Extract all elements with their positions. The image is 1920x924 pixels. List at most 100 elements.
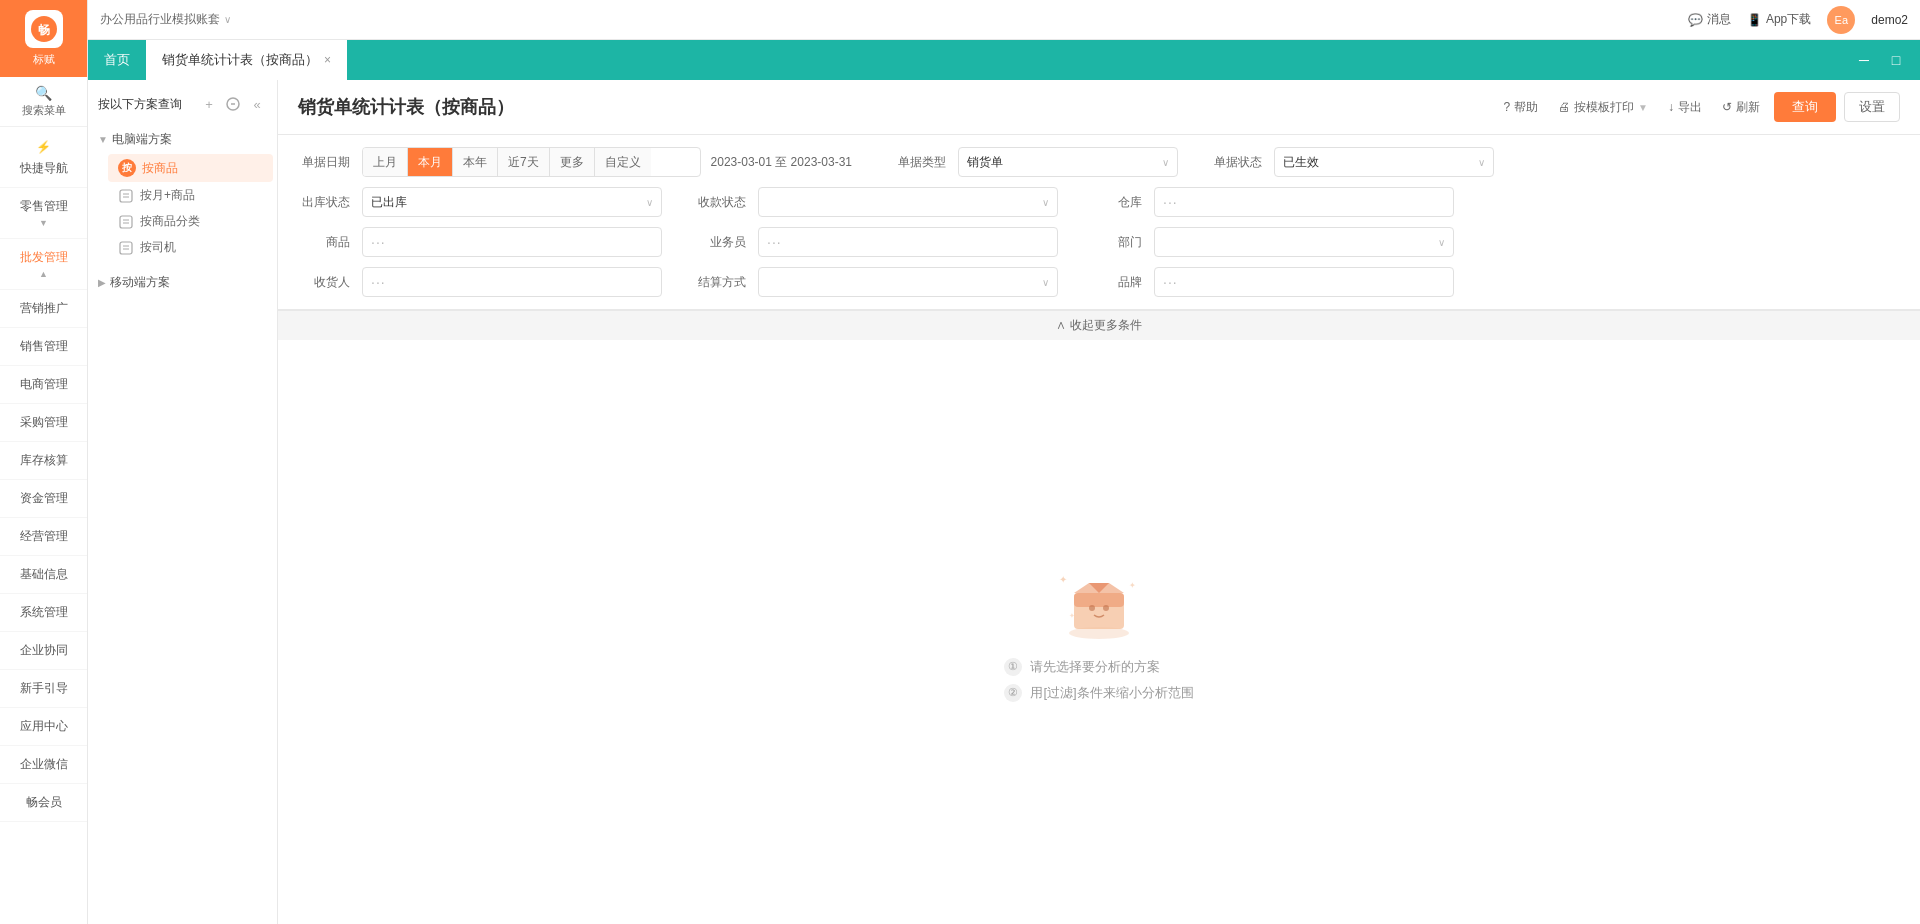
salesperson-label: 业务员 [694, 234, 746, 251]
current-year-button[interactable]: 本年 [453, 148, 498, 176]
prev-month-button[interactable]: 上月 [363, 148, 408, 176]
tab-close-icon[interactable]: × [324, 53, 331, 67]
scheme-by-category[interactable]: 按商品分类 [108, 209, 273, 234]
app-logo[interactable]: 畅 标赋 [0, 0, 87, 77]
collapse-panel-button[interactable]: « [247, 94, 267, 114]
department-control[interactable]: ∨ [1154, 227, 1454, 257]
topbar: 办公用品行业模拟账套 ∨ 💬 消息 📱 App下载 Ea demo2 [88, 0, 1920, 40]
salesperson-control[interactable]: ··· [758, 227, 1058, 257]
enterprise-label: 企业协同 [20, 642, 68, 659]
custom-date-button[interactable]: 自定义 [595, 148, 651, 176]
content-area: 按以下方案查询 + « ▼ 电脑端方案 [88, 80, 1920, 924]
avatar[interactable]: Ea [1827, 6, 1855, 34]
collapse-filter-bar[interactable]: ∧ 收起更多条件 [278, 310, 1920, 340]
hint-2-text: 用[过滤]条件来缩小分析范围 [1030, 684, 1193, 702]
filter-row-2: 出库状态 已出库 ∨ 收款状态 ∨ 仓库 ··· [298, 187, 1900, 217]
stock-status-control[interactable]: 已出库 ∨ [362, 187, 662, 217]
recipient-control[interactable]: ··· [362, 267, 662, 297]
sidebar-item-operations[interactable]: 经营管理 [0, 518, 87, 556]
sidebar-item-marketing[interactable]: 营销推广 [0, 290, 87, 328]
sidebar-item-appcenter[interactable]: 应用中心 [0, 708, 87, 746]
desktop-arrow-icon: ▼ [98, 134, 108, 145]
empty-hint-1: ① 请先选择要分析的方案 [1004, 658, 1193, 676]
export-button[interactable]: ↓ 导出 [1662, 96, 1708, 119]
sidebar-item-weixin[interactable]: 企业微信 [0, 746, 87, 784]
refresh-button[interactable]: ↺ 刷新 [1716, 96, 1766, 119]
sidebar-item-member[interactable]: 畅会员 [0, 784, 87, 822]
payment-status-control[interactable]: ∨ [758, 187, 1058, 217]
product-dots: ··· [371, 234, 386, 250]
salesperson-dots: ··· [767, 234, 782, 250]
warehouse-dots: ··· [1163, 194, 1178, 210]
finance-label: 资金管理 [20, 490, 68, 507]
sidebar-item-inventory[interactable]: 库存核算 [0, 442, 87, 480]
date-range-display[interactable]: 2023-03-01 至 2023-03-31 [701, 154, 862, 171]
svg-point-17 [1103, 605, 1109, 611]
current-month-button[interactable]: 本月 [408, 148, 453, 176]
scheme-by-product[interactable]: 按 按商品 [108, 154, 273, 182]
desktop-section-header[interactable]: ▼ 电脑端方案 [88, 126, 277, 153]
search-menu-label: 搜索菜单 [0, 103, 87, 118]
messages-action[interactable]: 💬 消息 [1688, 11, 1731, 28]
sidebar-item-wholesale[interactable]: 批发管理 ▲ [0, 239, 87, 290]
svg-text:畅: 畅 [38, 23, 50, 37]
search-menu-item[interactable]: 🔍 搜索菜单 [0, 77, 87, 127]
filter-row-4: 收货人 ··· 结算方式 ∨ 品牌 ··· [298, 267, 1900, 297]
tab-home[interactable]: 首页 [88, 40, 146, 80]
recent7-button[interactable]: 近7天 [498, 148, 550, 176]
mobile-section-header[interactable]: ▶ 移动端方案 [88, 269, 277, 296]
sidebar-item-finance[interactable]: 资金管理 [0, 480, 87, 518]
sidebar-item-sales[interactable]: 销售管理 [0, 328, 87, 366]
system-label: 系统管理 [20, 604, 68, 621]
warehouse-control[interactable]: ··· [1154, 187, 1454, 217]
more-date-button[interactable]: 更多 [550, 148, 595, 176]
settlement-chevron-icon: ∨ [1042, 277, 1049, 288]
sidebar-item-newguide[interactable]: 新手引导 [0, 670, 87, 708]
username-label[interactable]: demo2 [1871, 13, 1908, 27]
help-icon: ? [1503, 100, 1510, 114]
message-icon: 💬 [1688, 13, 1703, 27]
stock-status-label: 出库状态 [298, 194, 350, 211]
weixin-label: 企业微信 [20, 756, 68, 773]
sidebar-item-basic[interactable]: 基础信息 [0, 556, 87, 594]
app-download-action[interactable]: 📱 App下载 [1747, 11, 1811, 28]
page-header: 销货单统计计表（按商品） ? 帮助 🖨 按模板打印 ▼ ↓ [278, 80, 1920, 135]
scheme-by-cashier[interactable]: 按司机 [108, 235, 273, 260]
inventory-label: 库存核算 [20, 452, 68, 469]
settings-button[interactable]: 设置 [1844, 92, 1900, 122]
minimize-button[interactable]: ─ [1852, 48, 1876, 72]
by-month-product-label: 按月+商品 [140, 187, 195, 204]
tab-active-report[interactable]: 销货单统计计表（按商品） × [146, 40, 347, 80]
sidebar-item-retail[interactable]: 零售管理 ▼ [0, 188, 87, 239]
print-icon: 🖨 [1558, 100, 1570, 114]
settlement-control[interactable]: ∨ [758, 267, 1058, 297]
svg-rect-7 [120, 216, 132, 228]
sidebar-item-quick-nav[interactable]: ⚡ 快捷导航 [0, 127, 87, 188]
doc-status-control[interactable]: 已生效 ∨ [1274, 147, 1494, 177]
print-button[interactable]: 🖨 按模板打印 ▼ [1552, 96, 1654, 119]
basic-label: 基础信息 [20, 566, 68, 583]
help-button[interactable]: ? 帮助 [1497, 96, 1544, 119]
query-button[interactable]: 查询 [1774, 92, 1836, 122]
sidebar-item-ecommerce[interactable]: 电商管理 [0, 366, 87, 404]
stock-status-chevron-icon: ∨ [646, 197, 653, 208]
scheme-by-month-product[interactable]: 按月+商品 [108, 183, 273, 208]
sidebar-item-purchase[interactable]: 采购管理 [0, 404, 87, 442]
hint-1-text: 请先选择要分析的方案 [1030, 658, 1160, 676]
product-control[interactable]: ··· [362, 227, 662, 257]
retail-label: 零售管理 [20, 198, 68, 215]
add-scheme-button[interactable]: + [199, 94, 219, 114]
by-cashier-icon [118, 240, 134, 256]
by-month-product-icon [118, 188, 134, 204]
doc-type-control[interactable]: 销货单 ∨ [958, 147, 1178, 177]
sidebar-item-enterprise[interactable]: 企业协同 [0, 632, 87, 670]
svg-rect-10 [120, 242, 132, 254]
sidebar-item-system[interactable]: 系统管理 [0, 594, 87, 632]
query-label: 查询 [1792, 99, 1818, 114]
help-label: 帮助 [1514, 99, 1538, 116]
edit-scheme-button[interactable] [223, 94, 243, 114]
export-icon: ↓ [1668, 100, 1674, 114]
maximize-button[interactable]: □ [1884, 48, 1908, 72]
brand-control[interactable]: ··· [1154, 267, 1454, 297]
industry-label: 办公用品行业模拟账套 [100, 11, 220, 28]
